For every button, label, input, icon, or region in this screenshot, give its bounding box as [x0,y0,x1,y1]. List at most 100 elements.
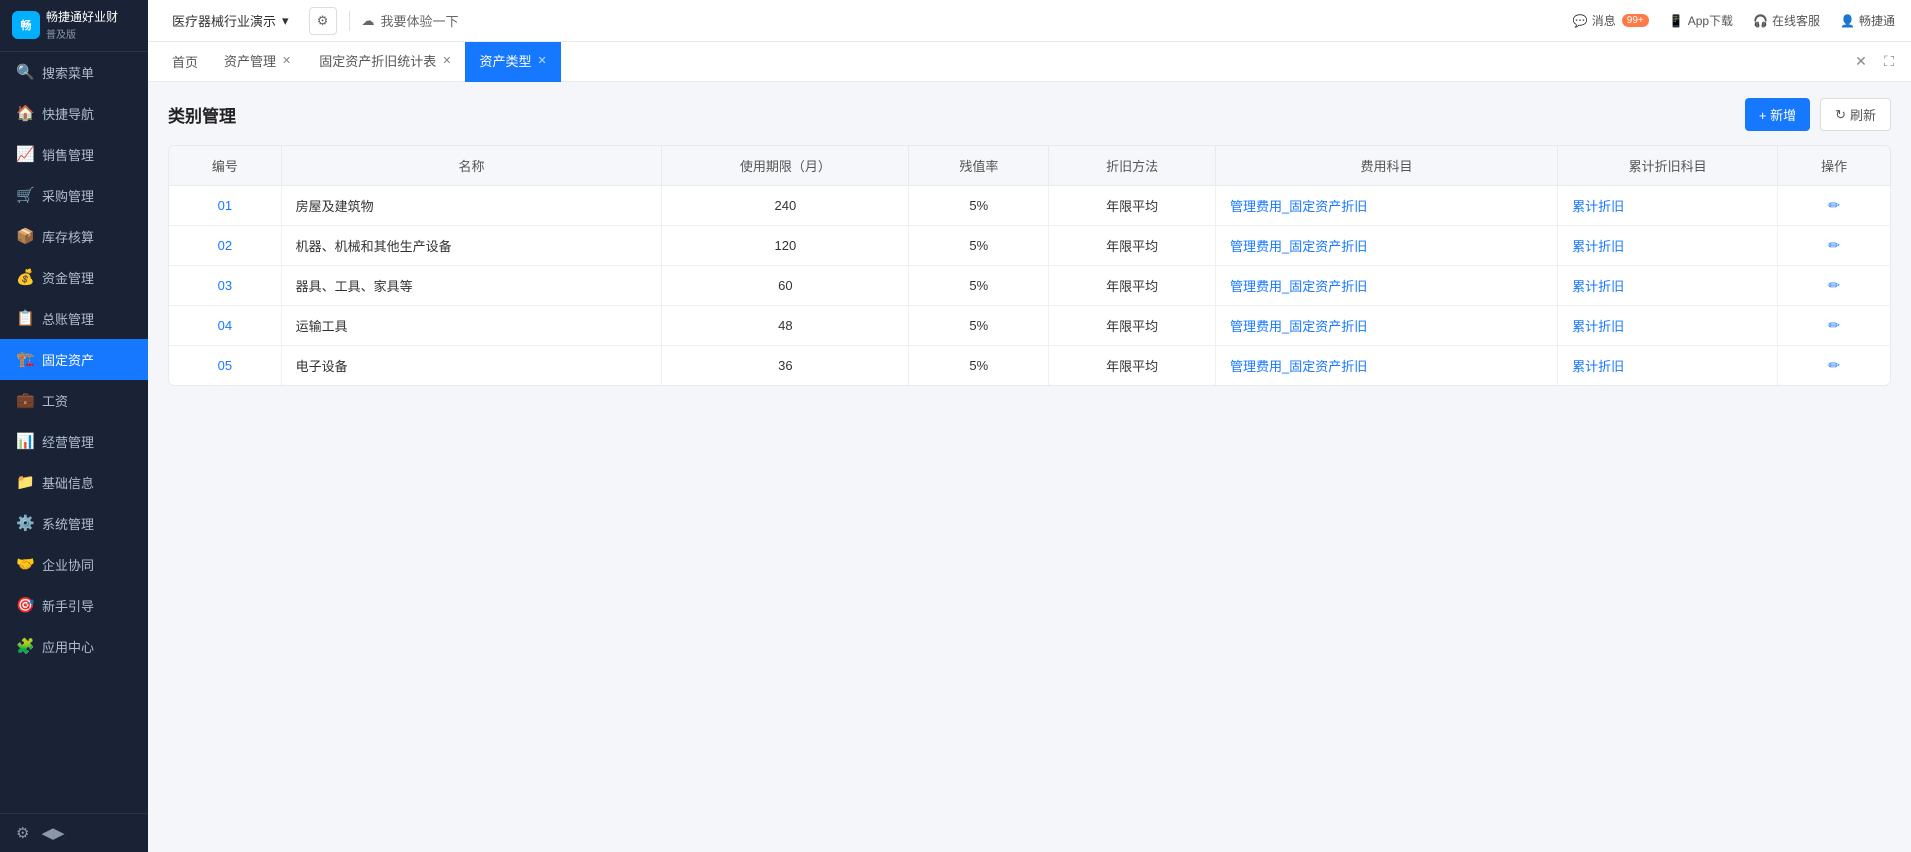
refresh-button[interactable]: ↻ 刷新 [1820,98,1891,131]
inventory-icon: 📦 [16,227,34,245]
settings-button[interactable]: ⚙ [309,7,337,35]
tab-depreciation-report[interactable]: 固定资产折旧统计表 ✕ [305,42,465,82]
cell-residual-0: 5% [909,186,1049,226]
cell-action-4: ✏ [1778,346,1890,386]
experience-button[interactable]: ☁ 我要体验一下 [362,11,459,30]
cell-action-3: ✏ [1778,306,1890,346]
cell-period-1: 120 [662,226,909,266]
col-header-period: 使用期限（月） [662,146,909,186]
cell-period-3: 48 [662,306,909,346]
col-header-method: 折旧方法 [1049,146,1216,186]
col-header-accum: 累计折旧科目 [1558,146,1778,186]
sidebar-item-fixed[interactable]: 🏗️ 固定资产 [0,339,148,380]
tab-close-asset-type[interactable]: ✕ [538,54,547,67]
company-selector[interactable]: 医疗器械行业演示 ▾ [164,7,297,34]
cell-name-1: 机器、机械和其他生产设备 [281,226,662,266]
close-tab-button[interactable]: ✕ [1851,52,1871,72]
sidebar-item-quicknav[interactable]: 🏠 快捷导航 [0,93,148,134]
sidebar-item-system[interactable]: ⚙️ 系统管理 [0,503,148,544]
settings-icon[interactable]: ⚙ [16,824,29,842]
cell-action-2: ✏ [1778,266,1890,306]
col-header-fee: 费用科目 [1216,146,1558,186]
operation-icon: 📊 [16,432,34,450]
fixed-icon: 🏗️ [16,350,34,368]
page-header: 类别管理 + 新增 ↻ 刷新 [168,98,1891,131]
logo-text-block: 畅捷通好业财 普及版 [46,10,118,41]
cell-residual-1: 5% [909,226,1049,266]
app-download-button[interactable]: 📱 App下载 [1669,12,1733,29]
col-header-code: 编号 [169,146,281,186]
maximize-tab-button[interactable]: ⛶ [1879,52,1899,72]
cell-code-4: 05 [169,346,281,386]
tab-close-asset[interactable]: ✕ [282,54,291,67]
sidebar-item-label: 采购管理 [42,186,94,205]
tab-asset-management[interactable]: 资产管理 ✕ [210,42,305,82]
table-row: 01 房屋及建筑物 240 5% 年限平均 管理费用_固定资产折旧 累计折旧 ✏ [169,186,1890,226]
new-button[interactable]: + 新增 [1745,98,1810,131]
sidebar-item-basic[interactable]: 📁 基础信息 [0,462,148,503]
tab-asset-type[interactable]: 资产类型 ✕ [465,42,560,82]
tab-depreciation-label: 固定资产折旧统计表 [319,51,436,70]
sidebar-item-purchase[interactable]: 🛒 采购管理 [0,175,148,216]
logo-icon: 畅 [12,11,40,39]
gear-icon: ⚙ [317,13,329,29]
sidebar-item-guide[interactable]: 🎯 新手引导 [0,585,148,626]
cell-residual-2: 5% [909,266,1049,306]
edit-button-2[interactable]: ✏ [1828,277,1840,293]
cell-method-2: 年限平均 [1049,266,1216,306]
cell-code-0: 01 [169,186,281,226]
capital-icon: 💰 [16,268,34,286]
edit-button-1[interactable]: ✏ [1828,237,1840,253]
experience-icon: ☁ [362,13,375,29]
logo-name: 畅捷通好业财 [46,10,118,26]
sidebar-item-search[interactable]: 🔍 搜索菜单 [0,52,148,93]
edit-button-4[interactable]: ✏ [1828,357,1840,373]
tab-close-depreciation[interactable]: ✕ [442,54,451,67]
basic-icon: 📁 [16,473,34,491]
sidebar-item-label: 资金管理 [42,268,94,287]
page-content: 类别管理 + 新增 ↻ 刷新 编号 名称 使用期限（月） 残值率 折旧方法 [148,82,1911,852]
home-icon: 🏠 [16,104,34,122]
sidebar-footer: ⚙ ◀▶ [0,813,148,852]
cell-fee-4: 管理费用_固定资产折旧 [1216,346,1558,386]
sidebar-item-label: 库存核算 [42,227,94,246]
sidebar-item-label: 基础信息 [42,473,94,492]
sidebar-item-label: 企业协同 [42,555,94,574]
download-icon: 📱 [1669,14,1684,28]
sidebar-item-operation[interactable]: 📊 经营管理 [0,421,148,462]
main-content: 医疗器械行业演示 ▾ ⚙ ☁ 我要体验一下 💬 消息 99+ 📱 App下载 🎧… [148,0,1911,852]
edit-button-0[interactable]: ✏ [1828,197,1840,213]
cell-name-2: 器具、工具、家具等 [281,266,662,306]
edit-button-3[interactable]: ✏ [1828,317,1840,333]
customer-service-button[interactable]: 🎧 在线客服 [1753,12,1820,29]
sidebar-item-label: 销售管理 [42,145,94,164]
collapse-icon[interactable]: ◀▶ [41,824,64,842]
search-icon: 🔍 [16,63,34,81]
sidebar-item-collab[interactable]: 🤝 企业协同 [0,544,148,585]
cell-fee-1: 管理费用_固定资产折旧 [1216,226,1558,266]
apps-icon: 🧩 [16,637,34,655]
tab-controls: ✕ ⛶ [1851,52,1899,72]
chevron-down-icon: ▾ [282,13,289,29]
download-label: App下载 [1688,12,1733,29]
message-button[interactable]: 💬 消息 99+ [1573,12,1649,29]
logo-sub: 普及版 [46,26,118,41]
sidebar-item-wage[interactable]: 💼 工资 [0,380,148,421]
sidebar-item-sales[interactable]: 📈 销售管理 [0,134,148,175]
cell-accum-2: 累计折旧 [1558,266,1778,306]
topbar-divider [349,11,350,31]
sidebar-item-ledger[interactable]: 📋 总账管理 [0,298,148,339]
user-button[interactable]: 👤 畅捷通 [1840,12,1895,29]
cell-action-1: ✏ [1778,226,1890,266]
cell-residual-4: 5% [909,346,1049,386]
experience-label: 我要体验一下 [381,11,459,30]
sidebar-item-inventory[interactable]: 📦 库存核算 [0,216,148,257]
cell-fee-0: 管理费用_固定资产折旧 [1216,186,1558,226]
page-title: 类别管理 [168,102,236,127]
sidebar-item-apps[interactable]: 🧩 应用中心 [0,626,148,667]
tab-home[interactable]: 首页 [160,42,210,82]
tab-asset-type-label: 资产类型 [479,51,531,70]
cell-method-1: 年限平均 [1049,226,1216,266]
sidebar-item-capital[interactable]: 💰 资金管理 [0,257,148,298]
cell-residual-3: 5% [909,306,1049,346]
